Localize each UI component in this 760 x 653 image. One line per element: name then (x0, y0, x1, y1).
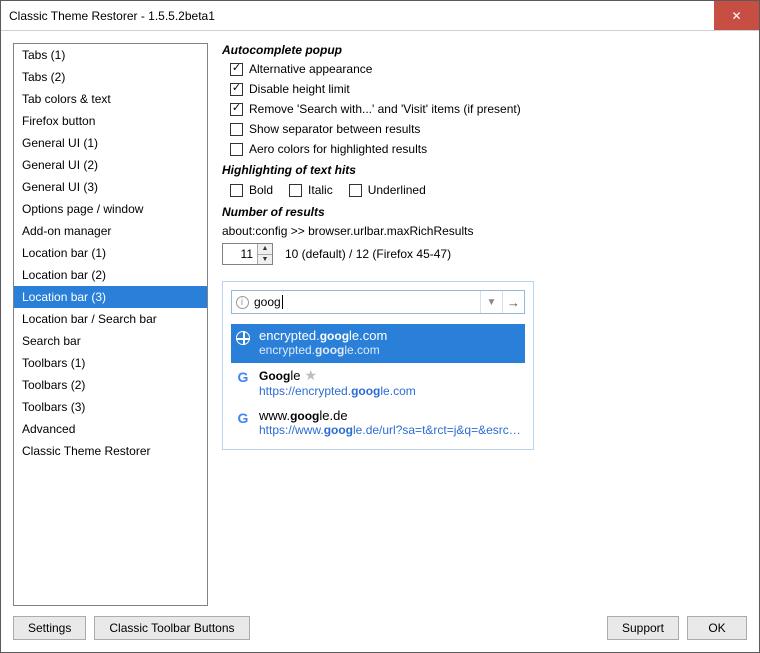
sidebar-item[interactable]: Tabs (1) (14, 44, 207, 66)
chk-label: Bold (249, 183, 273, 197)
autocomplete-title: encrypted.google.com (259, 328, 521, 343)
star-icon: ★ (304, 367, 317, 383)
google-icon: G (235, 369, 251, 385)
sidebar-item[interactable]: Toolbars (2) (14, 374, 207, 396)
arrow-right-icon: → (507, 295, 520, 310)
sidebar-item[interactable]: Advanced (14, 418, 207, 440)
autocomplete-body: www.google.dehttps://www.google.de/url?s… (259, 408, 521, 437)
sidebar-item[interactable]: Toolbars (1) (14, 352, 207, 374)
identity-icon[interactable]: i (232, 296, 252, 309)
spinner-up[interactable]: ▲ (258, 244, 272, 255)
sidebar-item[interactable]: Location bar (1) (14, 242, 207, 264)
sidebar-item[interactable]: Classic Theme Restorer (14, 440, 207, 462)
sidebar-item[interactable]: Toolbars (3) (14, 396, 207, 418)
sidebar-item[interactable]: Add-on manager (14, 220, 207, 242)
num-results-note: 10 (default) / 12 (Firefox 45-47) (285, 247, 451, 261)
number-row: ▲ ▼ 10 (default) / 12 (Firefox 45-47) (222, 243, 747, 265)
chk-remove-search[interactable]: Remove 'Search with...' and 'Visit' item… (230, 102, 747, 116)
checkbox-icon (230, 63, 243, 76)
sidebar-item[interactable]: Location bar / Search bar (14, 308, 207, 330)
checkbox-icon (349, 184, 362, 197)
chk-label: Aero colors for highlighted results (249, 142, 427, 156)
sidebar-item[interactable]: Tabs (2) (14, 66, 207, 88)
chk-italic[interactable]: Italic (289, 183, 333, 197)
spinner-down[interactable]: ▼ (258, 255, 272, 265)
config-hint: about:config >> browser.urlbar.maxRichRe… (222, 224, 747, 238)
footer-spacer (258, 616, 599, 640)
main-row: Tabs (1)Tabs (2)Tab colors & textFirefox… (13, 43, 747, 606)
sidebar-item[interactable]: Location bar (3) (14, 286, 207, 308)
chk-aero-colors[interactable]: Aero colors for highlighted results (230, 142, 747, 156)
chevron-down-icon: ▼ (487, 297, 497, 308)
autocomplete-title: www.google.de (259, 408, 521, 423)
chk-underlined[interactable]: Underlined (349, 183, 426, 197)
footer: Settings Classic Toolbar Buttons Support… (13, 616, 747, 640)
chk-show-separator[interactable]: Show separator between results (230, 122, 747, 136)
autocomplete-url: encrypted.google.com (259, 343, 521, 357)
autocomplete-item[interactable]: encrypted.google.comencrypted.google.com (231, 324, 525, 363)
num-results-input[interactable] (223, 244, 257, 264)
chk-label: Alternative appearance (249, 62, 372, 76)
close-button[interactable]: ✕ (714, 1, 759, 30)
chk-disable-height[interactable]: Disable height limit (230, 82, 747, 96)
settings-button[interactable]: Settings (13, 616, 86, 640)
window-title: Classic Theme Restorer - 1.5.5.2beta1 (9, 9, 714, 23)
autocomplete-title: Google★ (259, 367, 521, 384)
google-icon: G (235, 410, 251, 426)
checkbox-icon (230, 184, 243, 197)
sidebar-item[interactable]: General UI (2) (14, 154, 207, 176)
chk-label: Italic (308, 183, 333, 197)
autocomplete-item[interactable]: Gwww.google.dehttps://www.google.de/url?… (231, 404, 525, 443)
checkbox-icon (230, 123, 243, 136)
sidebar-item[interactable]: Location bar (2) (14, 264, 207, 286)
content-pane: Autocomplete popup Alternative appearanc… (222, 43, 747, 606)
chk-bold[interactable]: Bold (230, 183, 273, 197)
autocomplete-preview: i goog ▼ → encrypted.google.comencrypted… (222, 281, 534, 450)
chk-label: Show separator between results (249, 122, 420, 136)
highlight-row: Bold Italic Underlined (230, 183, 747, 197)
checkbox-icon (230, 83, 243, 96)
chk-label: Disable height limit (249, 82, 350, 96)
chk-label: Underlined (368, 183, 426, 197)
autocomplete-list: encrypted.google.comencrypted.google.com… (231, 324, 525, 443)
sidebar-item[interactable]: Search bar (14, 330, 207, 352)
sidebar-item[interactable]: General UI (1) (14, 132, 207, 154)
section-autocomplete: Autocomplete popup (222, 43, 747, 57)
checkbox-icon (230, 143, 243, 156)
urlbar-go[interactable]: → (502, 291, 524, 313)
urlbar-dropdown[interactable]: ▼ (480, 291, 502, 313)
sidebar-item[interactable]: Tab colors & text (14, 88, 207, 110)
autocomplete-url: https://encrypted.google.com (259, 384, 521, 398)
ok-button[interactable]: OK (687, 616, 747, 640)
sidebar-item[interactable]: Firefox button (14, 110, 207, 132)
checkbox-icon (289, 184, 302, 197)
sidebar: Tabs (1)Tabs (2)Tab colors & textFirefox… (13, 43, 208, 606)
autocomplete-url: https://www.google.de/url?sa=t&rct=j&q=&… (259, 423, 521, 437)
urlbar: i goog ▼ → (231, 290, 525, 314)
urlbar-input[interactable]: goog (252, 295, 480, 309)
section-number: Number of results (222, 205, 747, 219)
dialog-window: Classic Theme Restorer - 1.5.5.2beta1 ✕ … (0, 0, 760, 653)
num-results-wrap: ▲ ▼ (222, 243, 273, 265)
support-button[interactable]: Support (607, 616, 679, 640)
spinner: ▲ ▼ (257, 244, 272, 264)
dialog-body: Tabs (1)Tabs (2)Tab colors & textFirefox… (1, 31, 759, 652)
titlebar: Classic Theme Restorer - 1.5.5.2beta1 ✕ (1, 1, 759, 31)
urlbar-text: goog (254, 295, 281, 309)
autocomplete-body: encrypted.google.comencrypted.google.com (259, 328, 521, 357)
autocomplete-item[interactable]: G Google★https://encrypted.google.com (231, 363, 525, 404)
chk-label: Remove 'Search with...' and 'Visit' item… (249, 102, 521, 116)
checkbox-icon (230, 103, 243, 116)
section-highlighting: Highlighting of text hits (222, 163, 747, 177)
sidebar-item[interactable]: General UI (3) (14, 176, 207, 198)
close-icon: ✕ (731, 9, 741, 23)
sidebar-item[interactable]: Options page / window (14, 198, 207, 220)
text-cursor (282, 295, 283, 309)
chk-alt-appearance[interactable]: Alternative appearance (230, 62, 747, 76)
globe-icon (235, 330, 251, 346)
classic-toolbar-button[interactable]: Classic Toolbar Buttons (94, 616, 249, 640)
autocomplete-body: Google★https://encrypted.google.com (259, 367, 521, 398)
